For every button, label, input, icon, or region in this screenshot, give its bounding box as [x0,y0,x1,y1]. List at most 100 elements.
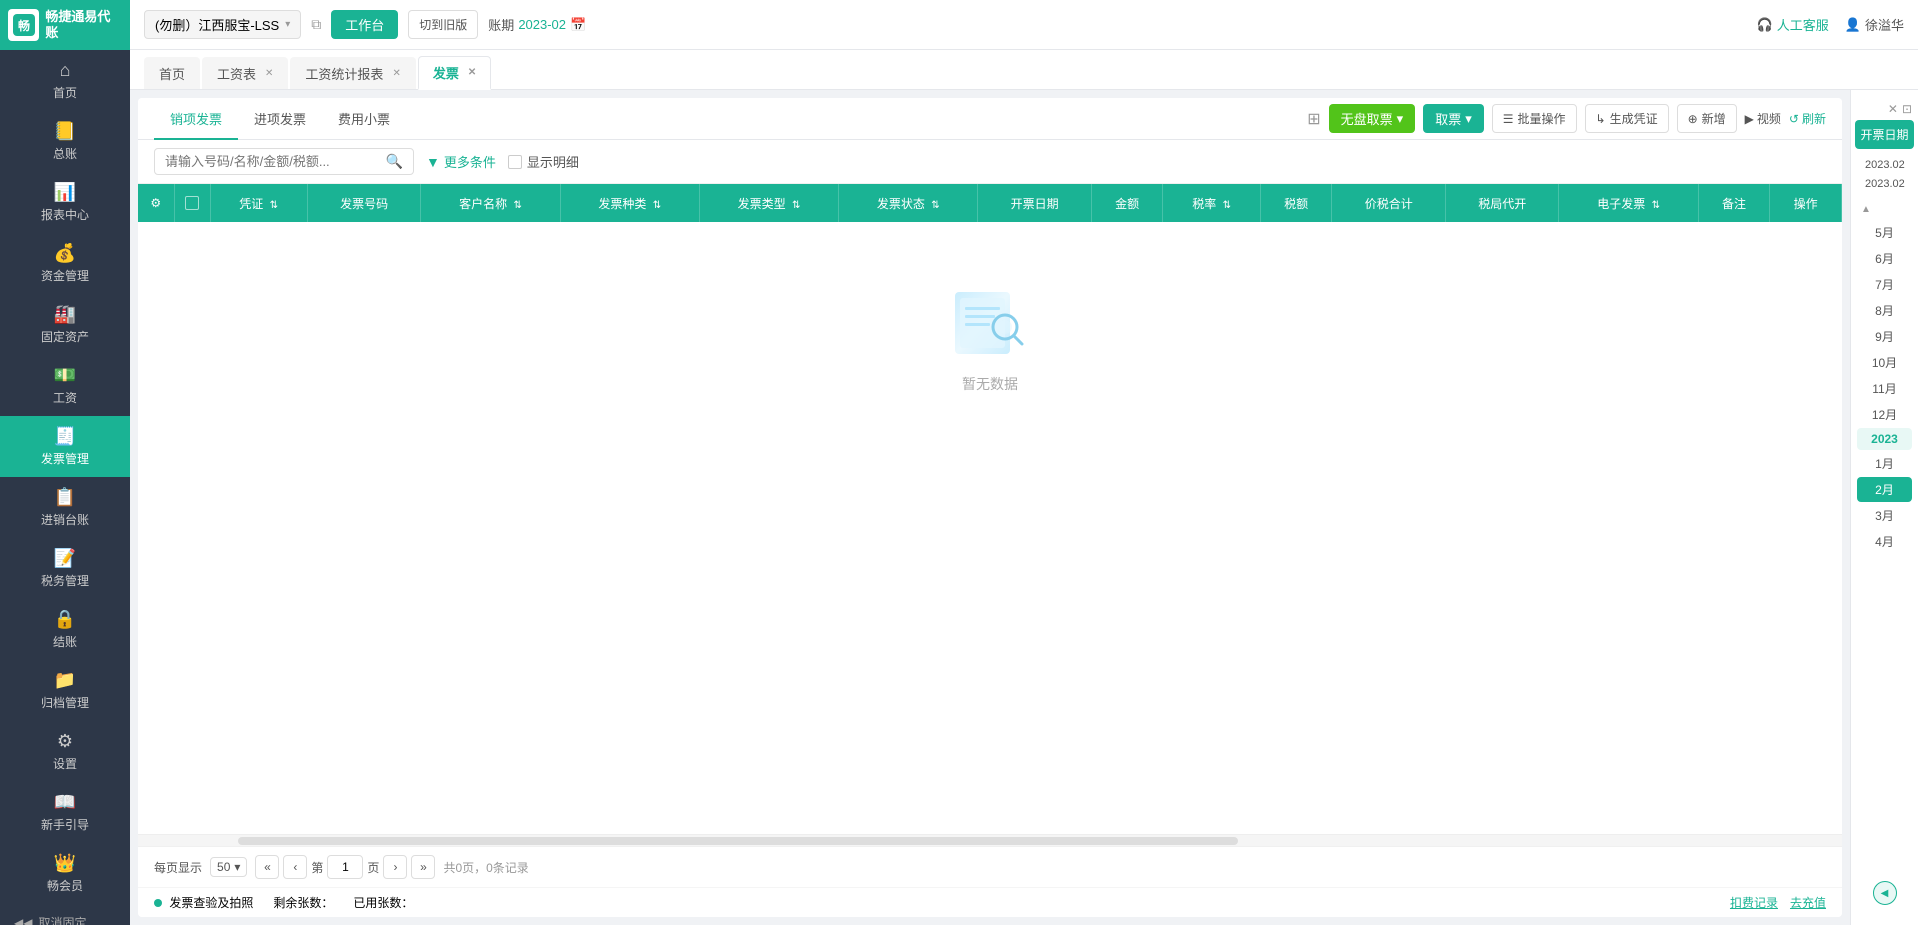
sidebar-item-report[interactable]: 📊 报表中心 [0,172,130,233]
sidebar-item-payroll[interactable]: 💵 工资 [0,355,130,416]
horizontal-scrollbar[interactable] [138,834,1842,846]
refresh-icon: ↺ [1789,112,1799,126]
sub-tab-sales[interactable]: 销项发票 [154,99,238,140]
col-tax-total-label: 价税合计 [1365,197,1413,211]
month-7[interactable]: 7月 [1857,272,1912,297]
workspace-button[interactable]: 工作台 [331,10,398,39]
sub-tab-purchase[interactable]: 进项发票 [238,99,322,140]
collapse-btn[interactable]: ◀ [1873,881,1897,905]
tab-invoice-label: 发票 [433,63,459,82]
sidebar-item-setting[interactable]: ⚙ 设置 [0,721,130,782]
col-voucher[interactable]: 凭证 ⇅ [210,184,307,222]
sidebar-item-asset[interactable]: 🏭 固定资产 [0,294,130,355]
sidebar-item-tax[interactable]: 📝 税务管理 [0,538,130,599]
grid-view-icon[interactable]: ⊞ [1307,109,1320,129]
col-customer-label: 客户名称 [459,197,507,211]
maximize-btn[interactable]: ⊡ [1902,102,1912,116]
company-selector[interactable]: (勿删）江西服宝-LSS ▾ [144,10,301,39]
refresh-btn[interactable]: ↺ 刷新 [1789,110,1826,127]
month-5[interactable]: 5月 [1857,220,1912,245]
page-label-post: 页 [367,859,379,876]
sidebar-item-archive[interactable]: 📁 归档管理 [0,660,130,721]
copy-icon[interactable]: ⧉ [311,16,321,33]
tab-payroll-close[interactable]: ✕ [265,68,273,79]
refresh-label: 刷新 [1802,110,1826,127]
no-match-btn[interactable]: 无盘取票 ▾ [1329,104,1416,133]
month-10[interactable]: 10月 [1857,350,1912,375]
date-entry-2023-02-first[interactable]: 2023.02 [1859,156,1910,174]
month-4[interactable]: 4月 [1857,529,1912,554]
col-invoice-status[interactable]: 发票状态 ⇅ [839,184,978,222]
next-page-btn[interactable]: › [383,855,407,879]
search-icon[interactable]: 🔍 [386,153,403,170]
month-11[interactable]: 11月 [1857,376,1912,401]
col-amount-label: 金额 [1115,197,1139,211]
sub-tab-expense[interactable]: 费用小票 [322,99,406,140]
period-icon[interactable]: 📅 [570,17,586,33]
sidebar-item-closing[interactable]: 🔒 结账 [0,599,130,660]
month-12[interactable]: 12月 [1857,402,1912,427]
sidebar-item-home[interactable]: ⌂ 首页 [0,50,130,111]
sidebar-cancel-fixed[interactable]: ◀◀ 取消固定 [0,904,130,925]
month-1[interactable]: 1月 [1857,451,1912,476]
month-6[interactable]: 6月 [1857,246,1912,271]
tab-invoice[interactable]: 发票 ✕ [418,56,491,90]
sidebar-item-invoice[interactable]: 🧾 发票管理 [0,416,130,477]
old-version-button[interactable]: 切到旧版 [408,10,478,39]
col-invoice-type[interactable]: 发票种类 ⇅ [560,184,699,222]
tab-payroll[interactable]: 工资表 ✕ [202,57,288,89]
new-btn[interactable]: ⊕ 新增 [1677,104,1737,133]
collapse-container: ◀ [1851,881,1918,905]
user-menu[interactable]: 👤 徐溢华 [1845,15,1904,34]
tab-payroll-stats-close[interactable]: ✕ [392,68,400,79]
show-detail-checkbox[interactable] [508,155,522,169]
sidebar-item-label-archive: 归档管理 [41,694,89,711]
col-amount: 金额 [1091,184,1163,222]
col-checkbox[interactable] [174,184,210,222]
col-tax-rate[interactable]: 税率 ⇅ [1163,184,1260,222]
sidebar-item-fund[interactable]: 💰 资金管理 [0,233,130,294]
show-detail-toggle[interactable]: 显示明细 [508,152,579,171]
col-electronic[interactable]: 电子发票 ⇅ [1559,184,1698,222]
tabs-bar: 首页 工资表 ✕ 工资统计报表 ✕ 发票 ✕ [130,50,1918,90]
tab-invoice-close[interactable]: ✕ [468,67,476,78]
date-panel-header[interactable]: 开票日期 [1855,120,1914,149]
sidebar-item-label-invoice: 发票管理 [41,450,89,467]
tab-home[interactable]: 首页 [144,57,200,89]
batch-ops-btn[interactable]: ☰ 批量操作 [1492,104,1577,133]
more-conditions-btn[interactable]: ▼ 更多条件 [426,152,496,171]
sidebar-item-ledger[interactable]: 📒 总账 [0,111,130,172]
month-8[interactable]: 8月 [1857,298,1912,323]
col-invoice-status-label: 发票状态 [877,197,925,211]
search-input[interactable] [165,154,380,169]
month-3[interactable]: 3月 [1857,503,1912,528]
buy-link[interactable]: 去充值 [1790,894,1826,911]
service-button[interactable]: 🎧 人工客服 [1757,15,1829,34]
video-btn[interactable]: ▶ 视频 [1745,110,1781,127]
generate-voucher-btn[interactable]: ↳ 生成凭证 [1585,104,1669,133]
date-entry-2023-02-second[interactable]: 2023.02 [1859,175,1910,193]
sidebar-item-guide[interactable]: 📖 新手引导 [0,782,130,843]
close-window-btn[interactable]: ✕ [1888,102,1898,116]
col-invoice-category[interactable]: 发票类型 ⇅ [699,184,838,222]
settings-icon: ⚙ [150,196,161,210]
page-label-pre: 第 [311,859,323,876]
col-settings[interactable]: ⚙ [138,184,174,222]
year-up-arrow[interactable]: ▲ [1861,204,1871,215]
col-customer[interactable]: 客户名称 ⇅ [421,184,560,222]
first-page-btn[interactable]: « [255,855,279,879]
record-link[interactable]: 扣费记录 [1730,894,1778,911]
sidebar-item-member[interactable]: 👑 畅会员 [0,843,130,904]
page-input[interactable] [327,855,363,879]
tab-payroll-stats[interactable]: 工资统计报表 ✕ [290,57,415,89]
sidebar-item-sales-ledger[interactable]: 📋 进销台账 [0,477,130,538]
table-container[interactable]: ⚙ 凭证 ⇅ 发票号码 客户名称 [138,184,1842,834]
take-ticket-btn[interactable]: 取票 ▾ [1423,104,1484,133]
last-page-btn[interactable]: » [411,855,435,879]
report-icon: 📊 [54,182,76,203]
month-2[interactable]: 2月 [1857,477,1912,502]
month-9[interactable]: 9月 [1857,324,1912,349]
prev-page-btn[interactable]: ‹ [283,855,307,879]
fund-icon: 💰 [54,243,76,264]
page-size-select[interactable]: 50 ▾ [210,857,247,877]
